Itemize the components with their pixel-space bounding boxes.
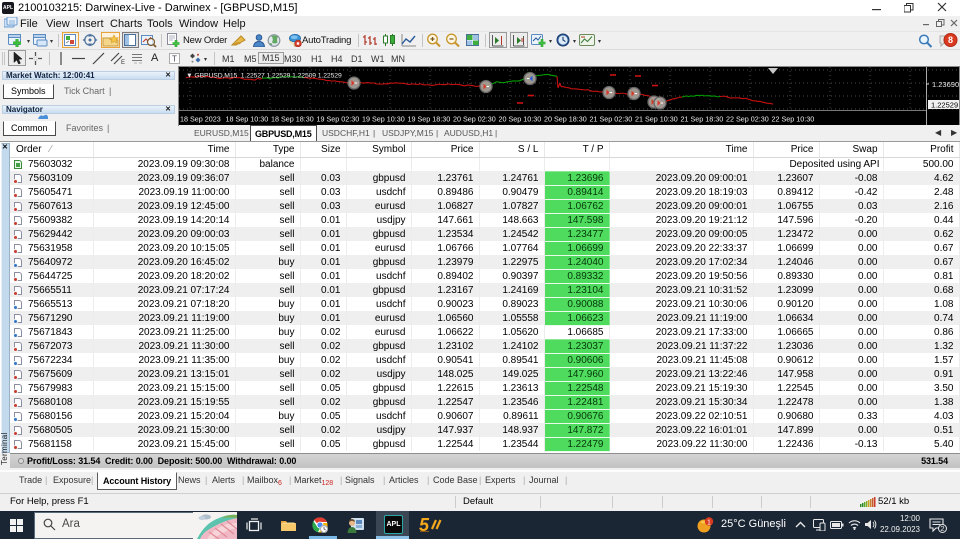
svg-text:21 Sep 02:30: 21 Sep 02:30 bbox=[590, 115, 633, 124]
svg-text:18 Sep 18:30: 18 Sep 18:30 bbox=[271, 115, 314, 124]
svg-text:1: 1 bbox=[707, 519, 711, 526]
svg-text:▼ GBPUSD,M15 1.22527 1.22529: ▼ GBPUSD,M15 1.22527 1.22529 1.22509 1.2… bbox=[186, 73, 342, 80]
svg-text:20 Sep 10:30: 20 Sep 10:30 bbox=[499, 115, 542, 124]
svg-text:20 Sep 18:30: 20 Sep 18:30 bbox=[544, 115, 587, 124]
svg-text:2: 2 bbox=[940, 524, 944, 533]
svg-text:21 Sep 10:30: 21 Sep 10:30 bbox=[635, 115, 678, 124]
svg-text:1.22529: 1.22529 bbox=[931, 101, 958, 110]
svg-text:18 Sep 10:30: 18 Sep 10:30 bbox=[226, 115, 269, 124]
svg-text:18 Sep 2023: 18 Sep 2023 bbox=[180, 115, 221, 124]
svg-text:21 Sep 18:30: 21 Sep 18:30 bbox=[681, 115, 724, 124]
svg-text:8: 8 bbox=[948, 35, 953, 45]
svg-text:T: T bbox=[172, 55, 177, 64]
svg-text:20 Sep 02:30: 20 Sep 02:30 bbox=[453, 115, 496, 124]
svg-text:1.23690: 1.23690 bbox=[932, 80, 959, 89]
svg-text:22 Sep 02:30: 22 Sep 02:30 bbox=[726, 115, 769, 124]
svg-text:E: E bbox=[121, 60, 125, 65]
svg-text:19 Sep 10:30: 19 Sep 10:30 bbox=[362, 115, 405, 124]
svg-text:19 Sep 18:30: 19 Sep 18:30 bbox=[408, 115, 451, 124]
svg-text:22 Sep 10:30: 22 Sep 10:30 bbox=[772, 115, 815, 124]
svg-text:19 Sep 02:30: 19 Sep 02:30 bbox=[317, 115, 360, 124]
